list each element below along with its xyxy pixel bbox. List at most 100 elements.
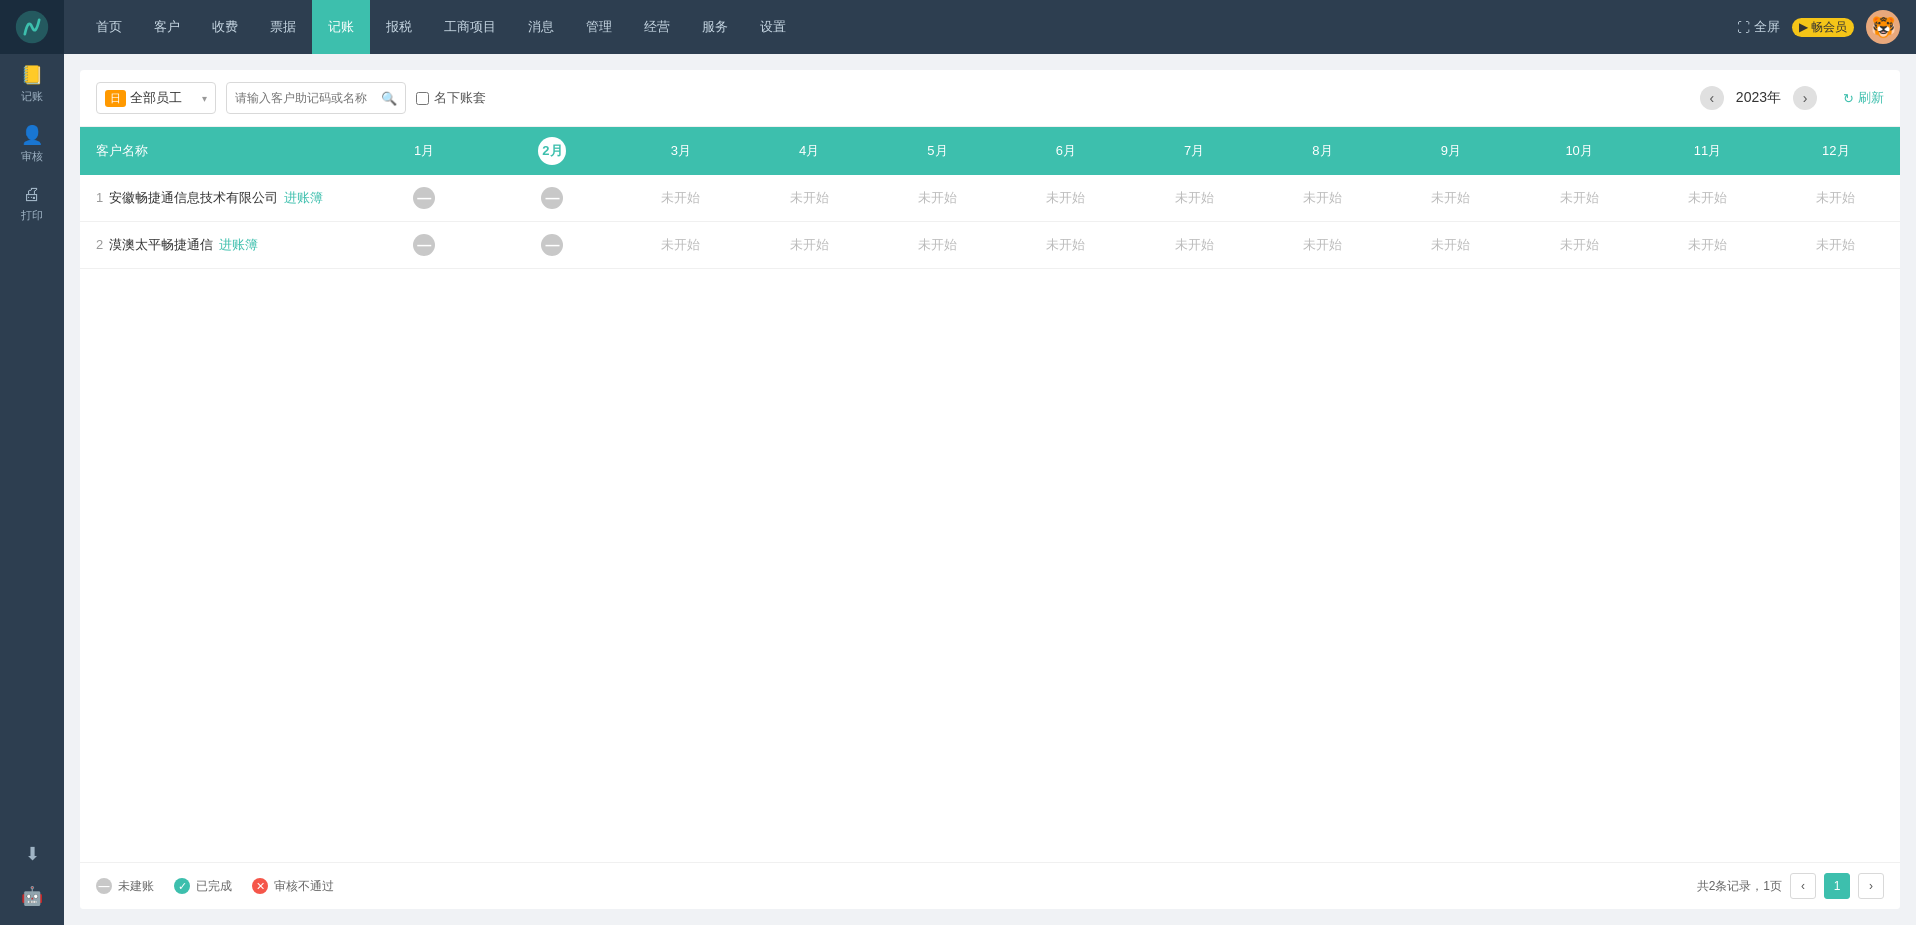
month-cell-8: 未开始 [1258, 222, 1386, 269]
nav-tax[interactable]: 报税 [370, 0, 428, 54]
not-started-status: 未开始 [1688, 237, 1727, 252]
bookkeeping-icon: 📒 [21, 64, 43, 86]
employee-tag: 日 [105, 90, 126, 107]
month-cell-5: 未开始 [873, 222, 1001, 269]
next-page-button[interactable]: › [1858, 873, 1884, 899]
nav-invoice[interactable]: 票据 [254, 0, 312, 54]
vip-badge[interactable]: ▶ 畅会员 [1792, 18, 1854, 37]
month-cell-3: 未开始 [617, 175, 745, 222]
not-started-status: 未开始 [1431, 237, 1470, 252]
sidebar-item-audit[interactable]: 👤 审核 [0, 114, 64, 174]
col-nov: 11月 [1643, 127, 1771, 175]
sidebar-item-bookkeeping[interactable]: 📒 记账 [0, 54, 64, 114]
month-cell-1[interactable]: — [360, 222, 488, 269]
col-aug: 8月 [1258, 127, 1386, 175]
month-cell-3: 未开始 [617, 222, 745, 269]
row-number: 2 [96, 237, 103, 252]
fullscreen-button[interactable]: ⛶ 全屏 [1737, 18, 1780, 36]
prev-year-button[interactable]: ‹ [1700, 86, 1724, 110]
col-jul: 7月 [1130, 127, 1258, 175]
search-wrapper: 🔍 [226, 82, 406, 114]
sidebar-logo [0, 0, 64, 54]
refresh-icon: ↻ [1843, 91, 1854, 106]
nav-message[interactable]: 消息 [512, 0, 570, 54]
not-started-status: 未开始 [1175, 190, 1214, 205]
month-cell-9: 未开始 [1387, 175, 1515, 222]
prev-page-button[interactable]: ‹ [1790, 873, 1816, 899]
col-oct: 10月 [1515, 127, 1643, 175]
table-footer: — 未建账 ✓ 已完成 ✕ 审核不通过 共2条记录，1页 ‹ 1 › [80, 862, 1900, 909]
completed-icon: ✓ [174, 878, 190, 894]
not-started-status: 未开始 [1560, 237, 1599, 252]
col-dec: 12月 [1772, 127, 1900, 175]
print-icon: 🖨 [23, 184, 41, 205]
rejected-label: 审核不通过 [274, 878, 334, 895]
enter-ledger-link[interactable]: 进账簿 [219, 237, 258, 252]
month-cell-5: 未开始 [873, 175, 1001, 222]
nav-service[interactable]: 服务 [686, 0, 744, 54]
month-cell-2[interactable]: — [488, 222, 616, 269]
main-card: 日 全部员工 ▾ 🔍 名下账套 ‹ 2023年 › [80, 70, 1900, 909]
not-started-status: 未开始 [790, 190, 829, 205]
sidebar-item-print[interactable]: 🖨 打印 [0, 174, 64, 233]
nav-business[interactable]: 工商项目 [428, 0, 512, 54]
month-cell-7: 未开始 [1130, 222, 1258, 269]
month-cell-10: 未开始 [1515, 222, 1643, 269]
enter-ledger-link[interactable]: 进账簿 [284, 190, 323, 205]
col-feb: 2月 [488, 127, 616, 175]
table-row: 2漠澳太平畅捷通信进账簿——未开始未开始未开始未开始未开始未开始未开始未开始未开… [80, 222, 1900, 269]
not-started-status: 未开始 [1560, 190, 1599, 205]
main-area: 首页 客户 收费 票据 记账 报税 工商项目 消息 管理 经营 服务 设置 ⛶ … [64, 0, 1916, 925]
next-year-button[interactable]: › [1793, 86, 1817, 110]
month-cell-12: 未开始 [1772, 175, 1900, 222]
avatar[interactable]: 🐯 [1866, 10, 1900, 44]
toolbar: 日 全部员工 ▾ 🔍 名下账套 ‹ 2023年 › [80, 70, 1900, 127]
col-may: 5月 [873, 127, 1001, 175]
nav-customer[interactable]: 客户 [138, 0, 196, 54]
topnav: 首页 客户 收费 票据 记账 报税 工商项目 消息 管理 经营 服务 设置 ⛶ … [64, 0, 1916, 54]
month-cell-1[interactable]: — [360, 175, 488, 222]
completed-label: 已完成 [196, 878, 232, 895]
sidebar: 📒 记账 👤 审核 🖨 打印 ⬇ 🤖 [0, 0, 64, 925]
row-number: 1 [96, 190, 103, 205]
col-jun: 6月 [1002, 127, 1130, 175]
legend-rejected: ✕ 审核不通过 [252, 878, 334, 895]
search-icon[interactable]: 🔍 [381, 91, 397, 106]
year-nav: ‹ 2023年 › [1700, 86, 1817, 110]
month-cell-6: 未开始 [1002, 222, 1130, 269]
checkbox-label[interactable]: 名下账套 [416, 89, 486, 107]
month-cell-8: 未开始 [1258, 175, 1386, 222]
nav-settings[interactable]: 设置 [744, 0, 802, 54]
not-created-label: 未建账 [118, 878, 154, 895]
page-1-button[interactable]: 1 [1824, 873, 1850, 899]
dash-status-icon: — [541, 187, 563, 209]
nav-operation[interactable]: 经营 [628, 0, 686, 54]
month-cell-4: 未开始 [745, 175, 873, 222]
dropdown-arrow-icon: ▾ [202, 93, 207, 104]
not-started-status: 未开始 [918, 237, 957, 252]
client-name-cell: 2 漠澳太平畅捷通信进账簿 [80, 222, 360, 269]
my-accounts-checkbox[interactable] [416, 92, 429, 105]
vip-icon: ▶ [1799, 20, 1808, 34]
nav-manage[interactable]: 管理 [570, 0, 628, 54]
month-cell-11: 未开始 [1643, 222, 1771, 269]
nav-collection[interactable]: 收费 [196, 0, 254, 54]
legend-completed: ✓ 已完成 [174, 878, 232, 895]
sidebar-item-support[interactable]: 🤖 [0, 877, 64, 915]
dash-status-icon: — [413, 234, 435, 256]
nav-bookkeeping[interactable]: 记账 [312, 0, 370, 54]
audit-icon: 👤 [21, 124, 43, 146]
nav-home[interactable]: 首页 [80, 0, 138, 54]
month-cell-9: 未开始 [1387, 222, 1515, 269]
month-cell-2[interactable]: — [488, 175, 616, 222]
client-name: 漠澳太平畅捷通信 [109, 237, 213, 252]
not-started-status: 未开始 [661, 190, 700, 205]
not-started-status: 未开始 [1175, 237, 1214, 252]
sidebar-item-download[interactable]: ⬇ [0, 835, 64, 873]
employee-label: 全部员工 [130, 89, 198, 107]
search-input[interactable] [235, 91, 375, 105]
employee-select[interactable]: 日 全部员工 ▾ [96, 82, 216, 114]
month-cell-12: 未开始 [1772, 222, 1900, 269]
refresh-button[interactable]: ↻ 刷新 [1843, 89, 1884, 107]
not-started-status: 未开始 [1046, 237, 1085, 252]
